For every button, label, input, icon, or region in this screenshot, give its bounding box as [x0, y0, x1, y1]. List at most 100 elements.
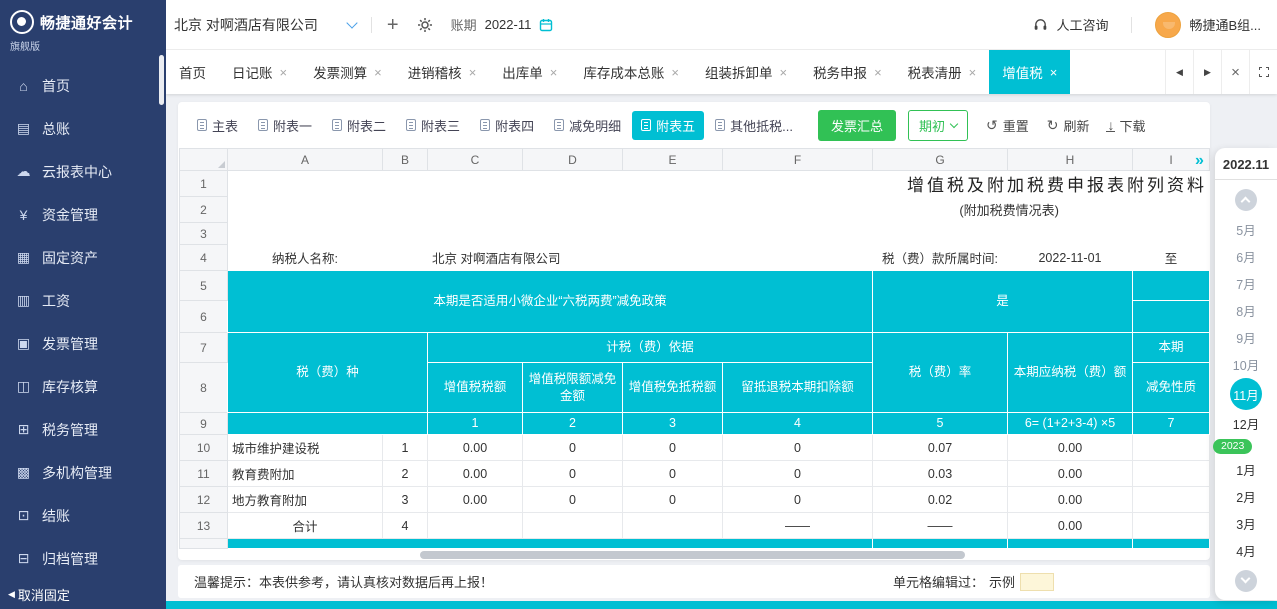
- month-march[interactable]: 3月: [1215, 510, 1277, 537]
- sidebar-item-home[interactable]: ⌂ 首页: [0, 64, 166, 107]
- cell[interactable]: 0.03: [872, 460, 1008, 487]
- sidebar-item-payroll[interactable]: ▥ 工资: [0, 279, 166, 322]
- sidebar-item-cloud-reports[interactable]: ☁ 云报表中心: [0, 150, 166, 193]
- cell[interactable]: 0.00: [427, 434, 523, 461]
- cell[interactable]: 0: [522, 460, 623, 487]
- sidebar-item-archive[interactable]: ⊟ 归档管理: [0, 537, 166, 580]
- download-button[interactable]: ↓ 下载: [1106, 116, 1146, 135]
- row-header[interactable]: 9: [179, 412, 228, 435]
- col-header-d[interactable]: D: [522, 148, 623, 171]
- sheet-tab-appendix-3[interactable]: 附表三: [397, 111, 469, 140]
- month-october[interactable]: 10月: [1215, 351, 1277, 378]
- sheet-tab-other-deduction[interactable]: 其他抵税...: [706, 111, 802, 140]
- row-header[interactable]: 13: [179, 512, 228, 539]
- month-august[interactable]: 8月: [1215, 297, 1277, 324]
- cell[interactable]: 0: [622, 460, 723, 487]
- row-header[interactable]: 12: [179, 486, 228, 513]
- col-header-f[interactable]: F: [722, 148, 873, 171]
- cell[interactable]: 0.00: [427, 460, 523, 487]
- cell[interactable]: 0: [722, 486, 873, 513]
- cell[interactable]: 0.00: [1007, 512, 1133, 539]
- close-icon[interactable]: ×: [874, 65, 882, 80]
- taxpayer-value[interactable]: 北京 对啊酒店有限公司: [427, 244, 723, 271]
- add-button[interactable]: +: [387, 15, 399, 35]
- cell[interactable]: [1132, 512, 1210, 539]
- cell[interactable]: 0: [522, 486, 623, 513]
- close-icon[interactable]: ×: [469, 65, 477, 80]
- row-header[interactable]: 8: [179, 362, 228, 413]
- cell[interactable]: [227, 222, 1210, 245]
- gear-icon[interactable]: [417, 17, 433, 33]
- policy-answer[interactable]: 是: [872, 270, 1133, 333]
- sheet-tab-appendix-1[interactable]: 附表一: [249, 111, 321, 140]
- period-value[interactable]: 2022-11: [485, 17, 532, 32]
- row-header[interactable]: 3: [179, 222, 228, 245]
- month-february[interactable]: 2月: [1215, 483, 1277, 510]
- month-january[interactable]: 1月: [1215, 456, 1277, 483]
- cell[interactable]: [1132, 486, 1210, 513]
- cell[interactable]: 3: [382, 486, 428, 513]
- cell[interactable]: 0: [622, 486, 723, 513]
- month-june[interactable]: 6月: [1215, 243, 1277, 270]
- tax-name-cell[interactable]: 城市维护建设税: [227, 434, 383, 461]
- tab-scroll-left-button[interactable]: ◀: [1165, 50, 1193, 94]
- tab-outbound-order[interactable]: 出库单 ×: [489, 50, 570, 94]
- collapse-month-panel-icon[interactable]: »: [1195, 152, 1204, 170]
- month-december[interactable]: 12月: [1215, 410, 1277, 437]
- row-header[interactable]: 1: [179, 170, 228, 197]
- cell[interactable]: 0.00: [1007, 486, 1133, 513]
- period-start-value[interactable]: 2022-11-01: [1007, 244, 1133, 271]
- cell[interactable]: [522, 512, 623, 539]
- cell[interactable]: 0: [622, 434, 723, 461]
- row-header[interactable]: 10: [179, 434, 228, 461]
- tax-name-cell[interactable]: 教育费附加: [227, 460, 383, 487]
- cell[interactable]: ——: [722, 512, 873, 539]
- cell[interactable]: 0: [522, 434, 623, 461]
- month-september[interactable]: 9月: [1215, 324, 1277, 351]
- sheet-tab-appendix-4[interactable]: 附表四: [471, 111, 543, 140]
- row-header[interactable]: 4: [179, 244, 228, 271]
- sidebar-scrollbar[interactable]: [159, 55, 164, 105]
- user-menu[interactable]: 畅捷通B组...: [1189, 15, 1261, 34]
- close-icon[interactable]: ×: [969, 65, 977, 80]
- cell[interactable]: [1132, 460, 1210, 487]
- col-header-h[interactable]: H: [1007, 148, 1133, 171]
- close-all-tabs-button[interactable]: ×: [1221, 50, 1249, 94]
- cell[interactable]: 0.07: [872, 434, 1008, 461]
- reset-button[interactable]: ↺ 重置: [986, 116, 1029, 135]
- tab-assembly-order[interactable]: 组装拆卸单 ×: [692, 50, 800, 94]
- close-icon[interactable]: ×: [550, 65, 558, 80]
- tab-home[interactable]: 首页: [166, 50, 219, 94]
- sidebar-item-multi-org[interactable]: ▩ 多机构管理: [0, 451, 166, 494]
- close-icon[interactable]: ×: [779, 65, 787, 80]
- tab-purchase-sale-audit[interactable]: 进销稽核 ×: [395, 50, 490, 94]
- cell[interactable]: 0.00: [1007, 434, 1133, 461]
- cell[interactable]: 0.00: [1007, 460, 1133, 487]
- row-header[interactable]: 6: [179, 300, 228, 333]
- cell[interactable]: 2: [382, 460, 428, 487]
- month-july[interactable]: 7月: [1215, 270, 1277, 297]
- sidebar-item-closing[interactable]: ⊡ 结账: [0, 494, 166, 537]
- row-header[interactable]: 7: [179, 332, 228, 363]
- tab-journal[interactable]: 日记账 ×: [219, 50, 300, 94]
- cell[interactable]: 0.00: [427, 486, 523, 513]
- sidebar-item-general-ledger[interactable]: ▤ 总账: [0, 107, 166, 150]
- sheet-tab-reduction-detail[interactable]: 减免明细: [545, 111, 630, 140]
- refresh-button[interactable]: ↻ 刷新: [1047, 116, 1090, 135]
- month-november-active[interactable]: 11月: [1230, 378, 1262, 410]
- months-scroll-down-button[interactable]: [1235, 570, 1257, 592]
- tab-vat[interactable]: 增值税 ×: [989, 50, 1071, 94]
- cell[interactable]: [1132, 434, 1210, 461]
- sheet-tab-appendix-2[interactable]: 附表二: [323, 111, 395, 140]
- close-icon[interactable]: ×: [671, 65, 679, 80]
- tab-invoice-calc[interactable]: 发票测算 ×: [300, 50, 395, 94]
- col-header-g[interactable]: G: [872, 148, 1008, 171]
- cell[interactable]: ——: [872, 512, 1008, 539]
- cell[interactable]: 0.02: [872, 486, 1008, 513]
- sidebar-item-invoice[interactable]: ▣ 发票管理: [0, 322, 166, 365]
- cell[interactable]: 0: [722, 460, 873, 487]
- tab-tax-form-list[interactable]: 税表清册 ×: [895, 50, 990, 94]
- close-icon[interactable]: ×: [280, 65, 288, 80]
- opening-balance-button[interactable]: 期初: [907, 109, 968, 141]
- horizontal-scrollbar-thumb[interactable]: [420, 551, 965, 559]
